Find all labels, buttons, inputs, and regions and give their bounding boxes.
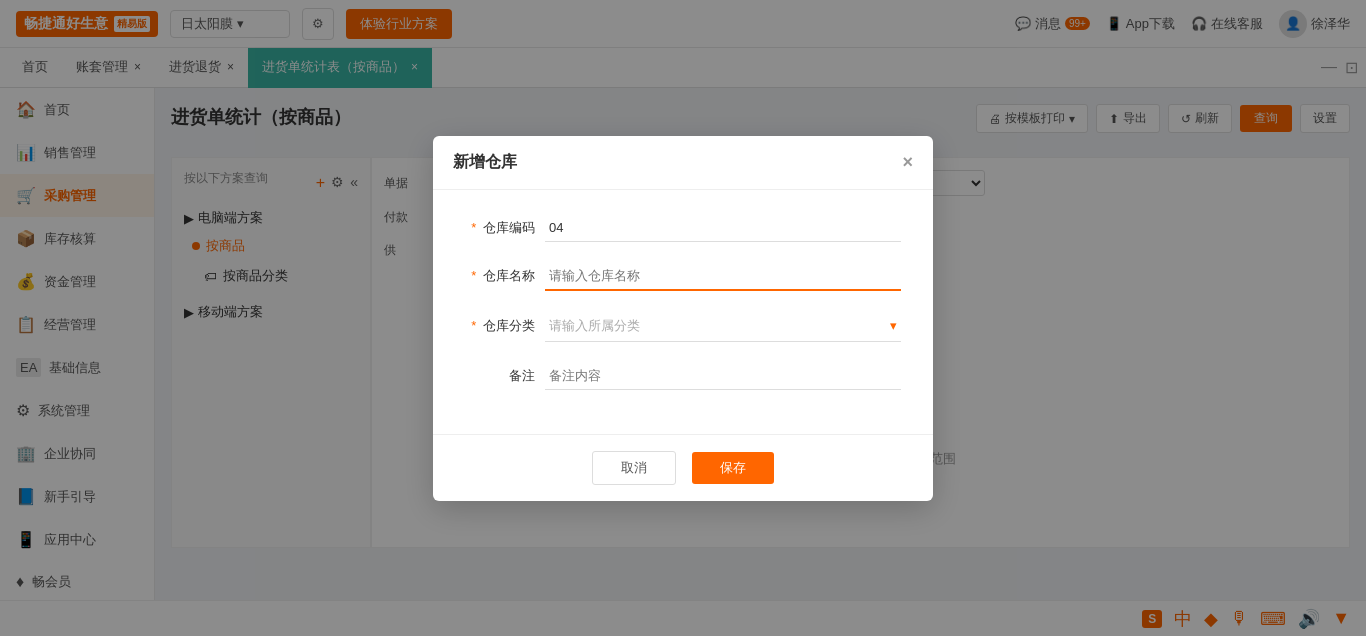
- category-placeholder: 请输入所属分类: [549, 317, 640, 335]
- required-star-name: *: [471, 268, 476, 283]
- cancel-button[interactable]: 取消: [592, 451, 676, 485]
- add-warehouse-modal: 新增仓库 × * 仓库编码 * 仓库名称: [433, 136, 933, 501]
- form-row-code: * 仓库编码: [465, 214, 901, 242]
- save-button[interactable]: 保存: [692, 452, 774, 484]
- code-label: * 仓库编码: [465, 219, 545, 237]
- remark-input[interactable]: [545, 362, 901, 390]
- required-star-cat: *: [471, 318, 476, 333]
- category-chevron-icon: ▾: [890, 318, 897, 333]
- required-star: *: [471, 220, 476, 235]
- modal-overlay[interactable]: 新增仓库 × * 仓库编码 * 仓库名称: [0, 0, 1366, 636]
- modal-close-button[interactable]: ×: [902, 152, 913, 173]
- modal-header: 新增仓库 ×: [433, 136, 933, 190]
- form-row-name: * 仓库名称: [465, 262, 901, 291]
- form-row-remark: 备注: [465, 362, 901, 390]
- modal-title: 新增仓库: [453, 152, 517, 173]
- modal-footer: 取消 保存: [433, 434, 933, 501]
- name-input[interactable]: [545, 262, 901, 291]
- category-select[interactable]: 请输入所属分类 ▾: [545, 311, 901, 342]
- category-label: * 仓库分类: [465, 317, 545, 335]
- category-label-text: 仓库分类: [483, 318, 535, 333]
- code-input[interactable]: [545, 214, 901, 242]
- form-row-category: * 仓库分类 请输入所属分类 ▾: [465, 311, 901, 342]
- remark-label-text: 备注: [509, 368, 535, 383]
- code-label-text: 仓库编码: [483, 220, 535, 235]
- name-label: * 仓库名称: [465, 267, 545, 285]
- remark-label: 备注: [465, 367, 545, 385]
- name-label-text: 仓库名称: [483, 268, 535, 283]
- modal-body: * 仓库编码 * 仓库名称 * 仓库分类 请输入所属: [433, 190, 933, 434]
